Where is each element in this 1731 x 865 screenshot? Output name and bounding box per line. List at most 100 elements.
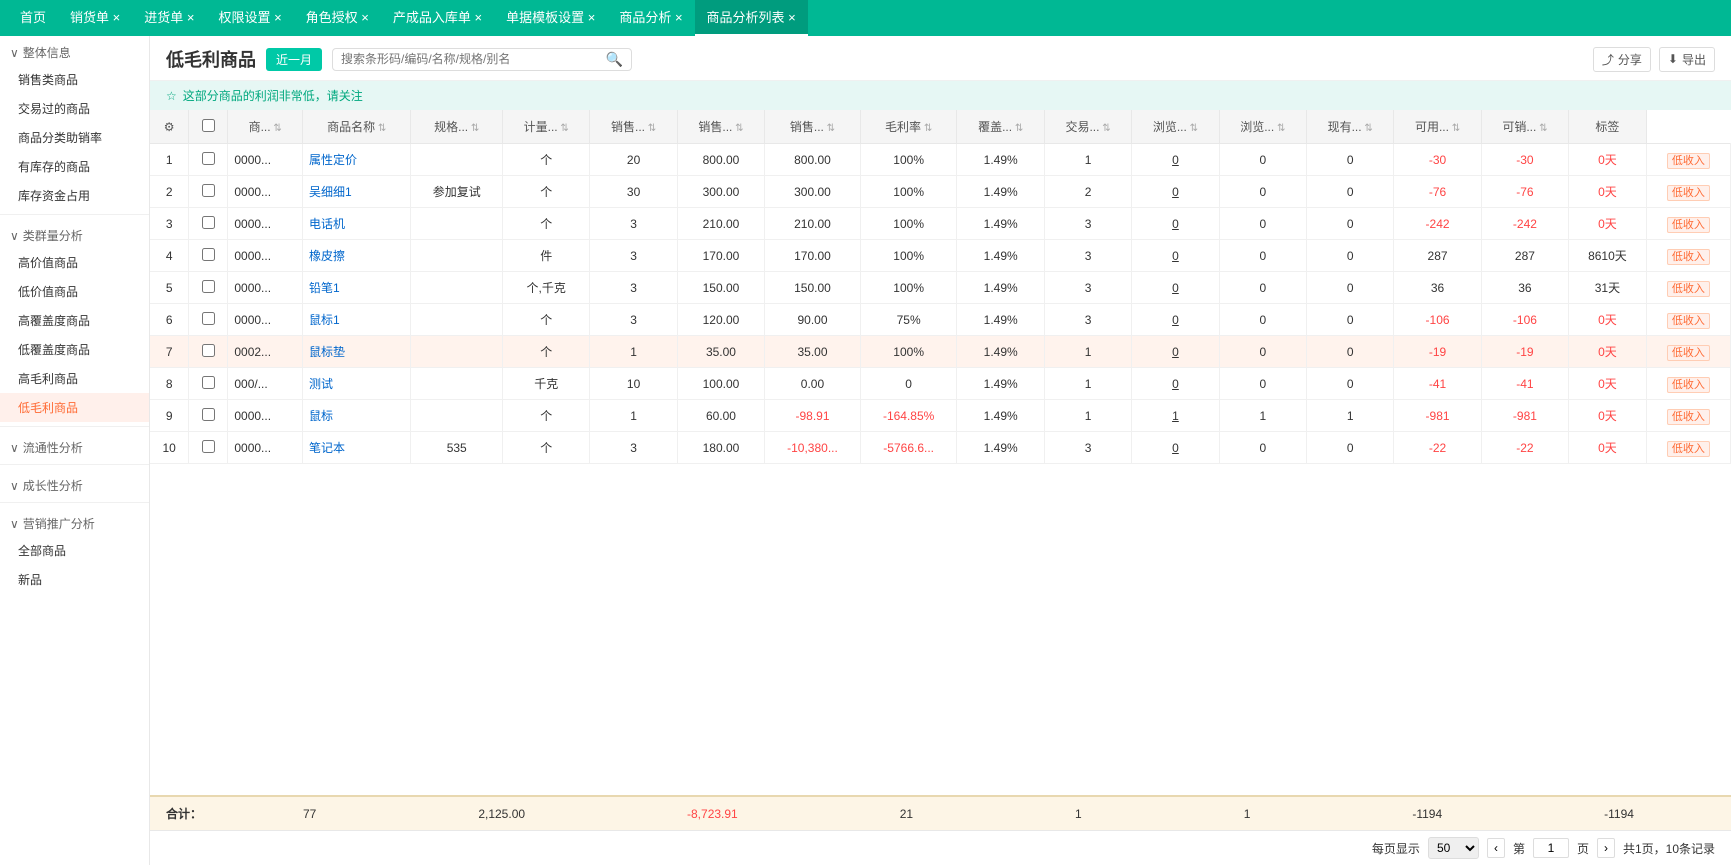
row-tx-count[interactable]: 0 — [1132, 368, 1219, 400]
sidebar-item-sales-category[interactable]: 销售类商品 — [0, 65, 149, 94]
sidebar-group-circulation[interactable]: ∨ 流通性分析 — [0, 431, 149, 460]
table-row: 4 0000... 橡皮擦 件 3 170.00 170.00 100% 1.4… — [150, 240, 1731, 272]
sidebar-item-low-margin[interactable]: 低毛利商品 — [0, 393, 149, 422]
row-tx-count[interactable]: 1 — [1132, 400, 1219, 432]
sidebar-item-low-value[interactable]: 低价值商品 — [0, 277, 149, 306]
export-button[interactable]: ⬇ 导出 — [1659, 47, 1715, 72]
row-sales-price: 150.00 — [677, 272, 764, 304]
row-checkbox[interactable] — [189, 304, 228, 336]
row-name[interactable]: 鼠标垫 — [303, 336, 411, 368]
row-coverage: 1 — [1044, 336, 1131, 368]
row-name[interactable]: 笔记本 — [303, 432, 411, 464]
row-checkbox[interactable] — [189, 432, 228, 464]
col-unit[interactable]: 计量... — [503, 110, 590, 144]
sidebar-group-marketing[interactable]: ∨ 营销推广分析 — [0, 507, 149, 536]
row-checkbox[interactable] — [189, 368, 228, 400]
nav-role-auth[interactable]: 角色授权 × — [294, 0, 381, 36]
col-settings[interactable]: ⚙ — [150, 110, 189, 144]
row-checkbox[interactable] — [189, 400, 228, 432]
sidebar-item-traded-goods[interactable]: 交易过的商品 — [0, 94, 149, 123]
col-browse1[interactable]: 浏览... — [1132, 110, 1219, 144]
row-name[interactable]: 测试 — [303, 368, 411, 400]
col-gross-rate[interactable]: 毛利率 — [860, 110, 957, 144]
row-code: 0000... — [228, 400, 303, 432]
col-name[interactable]: 商品名称 — [303, 110, 411, 144]
col-code[interactable]: 商... — [228, 110, 303, 144]
row-checkbox[interactable] — [189, 144, 228, 176]
row-name[interactable]: 属性定价 — [303, 144, 411, 176]
share-button[interactable]: ⤴ 分享 — [1593, 47, 1651, 72]
row-name[interactable]: 橡皮擦 — [303, 240, 411, 272]
search-input[interactable] — [341, 52, 606, 66]
nav-home[interactable]: 首页 — [8, 0, 58, 36]
next-page-button[interactable]: › — [1597, 838, 1615, 858]
row-checkbox[interactable] — [189, 208, 228, 240]
per-page-select[interactable]: 50 100 200 — [1428, 837, 1479, 859]
col-sales-qty[interactable]: 销售... — [590, 110, 677, 144]
sidebar-item-stock-goods[interactable]: 有库存的商品 — [0, 152, 149, 181]
table-container[interactable]: ⚙ 商... 商品名称 规格... 计量... 销售... 销售... 销售..… — [150, 110, 1731, 795]
row-checkbox[interactable] — [189, 176, 228, 208]
prev-page-button[interactable]: ‹ — [1487, 838, 1505, 858]
data-table: ⚙ 商... 商品名称 规格... 计量... 销售... 销售... 销售..… — [150, 110, 1731, 464]
row-tx-count[interactable]: 0 — [1132, 176, 1219, 208]
col-sales-profit[interactable]: 销售... — [765, 110, 861, 144]
page-number-input[interactable] — [1533, 838, 1569, 858]
row-sellable: 31天 — [1569, 272, 1647, 304]
sidebar-item-stock-capital[interactable]: 库存资金占用 — [0, 181, 149, 210]
row-tx-count[interactable]: 0 — [1132, 272, 1219, 304]
col-spec[interactable]: 规格... — [411, 110, 503, 144]
sidebar-item-category-sales-rate[interactable]: 商品分类助销率 — [0, 123, 149, 152]
col-sellable[interactable]: 可销... — [1481, 110, 1568, 144]
row-checkbox[interactable] — [189, 336, 228, 368]
row-tx-count[interactable]: 0 — [1132, 208, 1219, 240]
row-sales-profit: -10,380... — [765, 432, 861, 464]
sidebar-item-low-coverage[interactable]: 低覆盖度商品 — [0, 335, 149, 364]
nav-permissions[interactable]: 权限设置 × — [206, 0, 293, 36]
row-name[interactable]: 鼠标 — [303, 400, 411, 432]
sidebar-item-all-goods[interactable]: 全部商品 — [0, 536, 149, 565]
row-name[interactable]: 电话机 — [303, 208, 411, 240]
sidebar-item-high-coverage[interactable]: 高覆盖度商品 — [0, 306, 149, 335]
row-tx-count[interactable]: 0 — [1132, 304, 1219, 336]
col-coverage[interactable]: 覆盖... — [957, 110, 1044, 144]
row-tx-count[interactable]: 0 — [1132, 432, 1219, 464]
sidebar-group-growth[interactable]: ∨ 成长性分析 — [0, 469, 149, 498]
row-unit: 件 — [503, 240, 590, 272]
sidebar-item-new-goods[interactable]: 新品 — [0, 565, 149, 594]
col-checkbox[interactable] — [189, 110, 228, 144]
nav-sales-order[interactable]: 销货单 × — [58, 0, 132, 36]
table-row: 1 0000... 属性定价 个 20 800.00 800.00 100% 1… — [150, 144, 1731, 176]
col-usable[interactable]: 可用... — [1394, 110, 1481, 144]
row-checkbox[interactable] — [189, 272, 228, 304]
nav-template-settings[interactable]: 单据模板设置 × — [494, 0, 607, 36]
sidebar-item-high-value[interactable]: 高价值商品 — [0, 248, 149, 277]
sidebar-group-overall[interactable]: ∨ 整体信息 — [0, 36, 149, 65]
row-code: 0000... — [228, 208, 303, 240]
row-name[interactable]: 吴细细1 — [303, 176, 411, 208]
nav-purchase-order[interactable]: 进货单 × — [132, 0, 206, 36]
row-tx-count[interactable]: 0 — [1132, 240, 1219, 272]
share-label: 分享 — [1618, 51, 1642, 68]
col-tx-count[interactable]: 交易... — [1044, 110, 1131, 144]
row-name[interactable]: 铅笔1 — [303, 272, 411, 304]
col-stock[interactable]: 现有... — [1306, 110, 1393, 144]
row-browse1: 0 — [1219, 432, 1306, 464]
row-tx-count[interactable]: 0 — [1132, 336, 1219, 368]
export-icon: ⬇ — [1668, 52, 1678, 66]
sidebar-item-high-margin[interactable]: 高毛利商品 — [0, 364, 149, 393]
row-checkbox[interactable] — [189, 240, 228, 272]
top-navigation: 首页 销货单 × 进货单 × 权限设置 × 角色授权 × 产成品入库单 × 单据… — [0, 0, 1731, 36]
row-tx-count[interactable]: 0 — [1132, 144, 1219, 176]
nav-product-analysis[interactable]: 商品分析 × — [607, 0, 694, 36]
row-profit-rate: 100% — [860, 208, 957, 240]
sidebar-group-cluster[interactable]: ∨ 类群量分析 — [0, 219, 149, 248]
nav-product-entry[interactable]: 产成品入库单 × — [381, 0, 494, 36]
col-browse2[interactable]: 浏览... — [1219, 110, 1306, 144]
date-filter-button[interactable]: 近一月 — [266, 48, 322, 71]
select-all-checkbox[interactable] — [202, 119, 215, 132]
row-name[interactable]: 鼠标1 — [303, 304, 411, 336]
col-sales-price[interactable]: 销售... — [677, 110, 764, 144]
total-sales-qty: 77 — [303, 807, 316, 821]
nav-product-analysis-list[interactable]: 商品分析列表 × — [695, 0, 808, 36]
